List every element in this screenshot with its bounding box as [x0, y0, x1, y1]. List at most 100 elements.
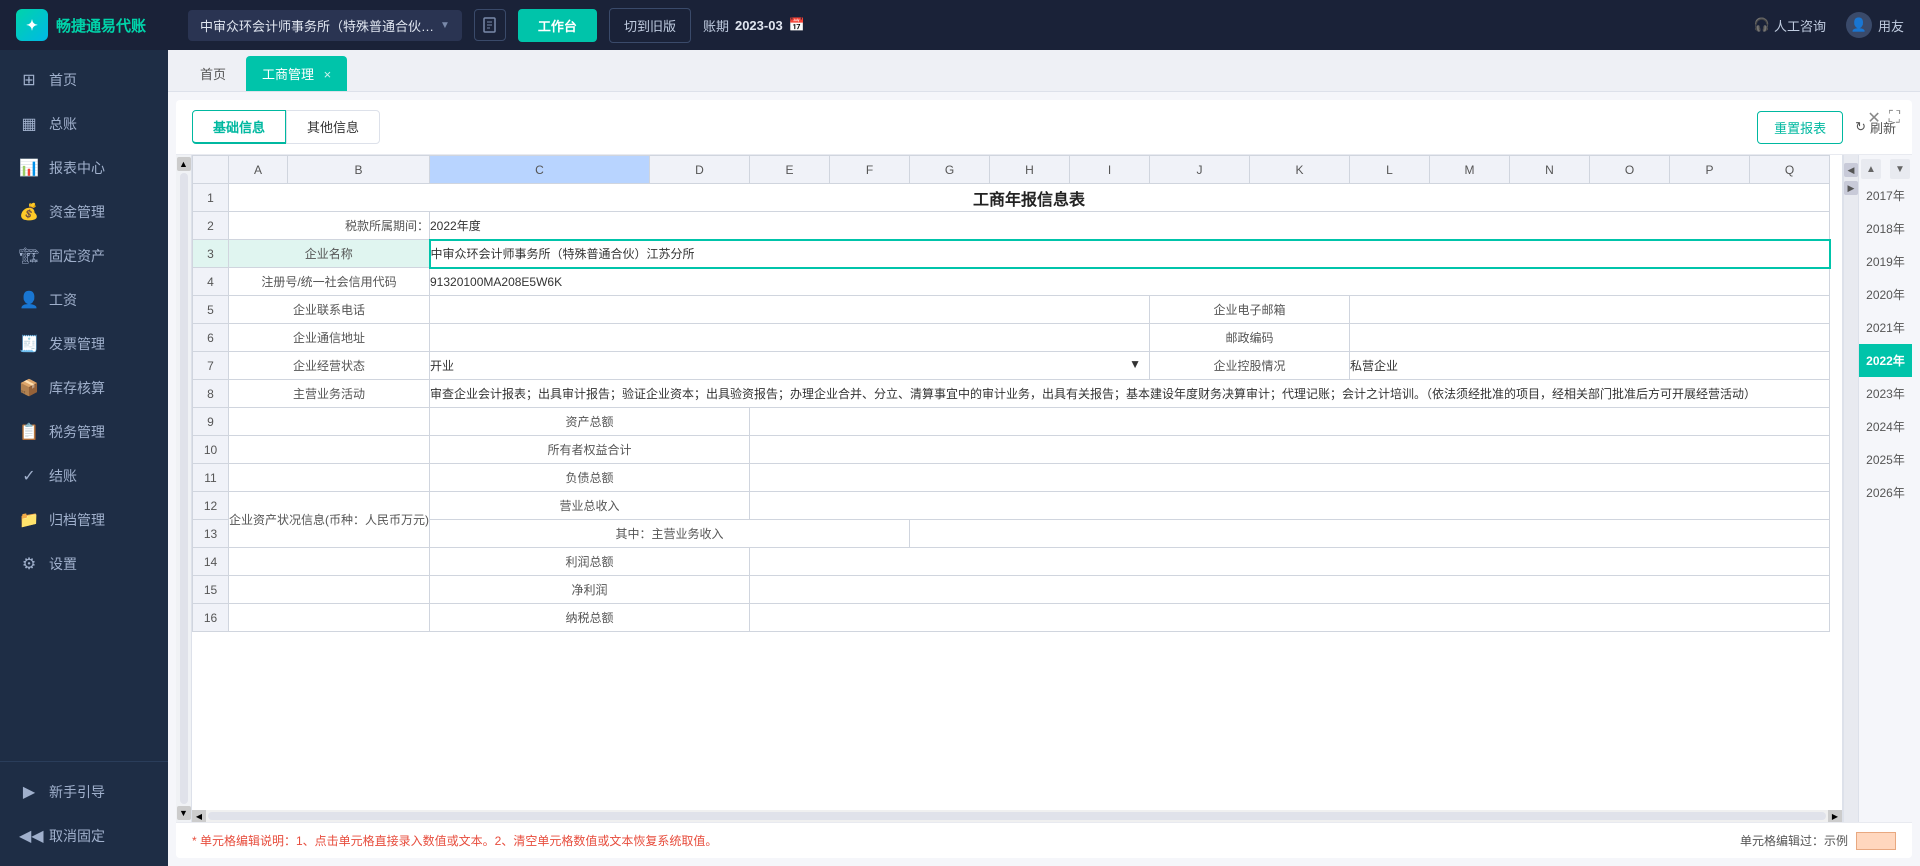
- reg-no-value-cell[interactable]: 91320100MA208E5W6K: [430, 268, 1830, 296]
- sidebar-item-ledger[interactable]: ▦ 总账: [0, 102, 168, 146]
- total-revenue-label-cell: 营业总收入: [430, 492, 750, 520]
- main-biz-value-cell[interactable]: 审查企业会计报表；出具审计报告；验证企业资本；出具验资报告；办理企业合并、分立、…: [430, 380, 1830, 408]
- col-header-O[interactable]: O: [1590, 156, 1670, 184]
- scroll-down-button[interactable]: ▼: [177, 806, 191, 820]
- sidebar-item-unpin[interactable]: ◀◀ 取消固定: [0, 814, 168, 858]
- sidebar-item-guide[interactable]: ▶ 新手引导: [0, 770, 168, 814]
- year-item-2024[interactable]: 2024年: [1859, 410, 1912, 443]
- h-scroll-bar[interactable]: ◀ ▶: [192, 810, 1842, 822]
- sidebar-item-tax[interactable]: 📋 税务管理: [0, 410, 168, 454]
- sidebar-item-report[interactable]: 📊 报表中心: [0, 146, 168, 190]
- col-header-N[interactable]: N: [1510, 156, 1590, 184]
- biz-status-value-cell[interactable]: 开业 ▼: [430, 352, 1150, 380]
- row-num-1: 1: [193, 184, 229, 212]
- r15-a-cell[interactable]: [229, 576, 430, 604]
- reset-report-button[interactable]: 重置报表: [1757, 111, 1843, 144]
- scroll-right-button[interactable]: ▶: [1828, 810, 1842, 822]
- profit-value-cell[interactable]: [750, 548, 1830, 576]
- sidebar-item-archive[interactable]: 📁 归档管理: [0, 498, 168, 542]
- col-header-E[interactable]: E: [750, 156, 830, 184]
- r16-a-cell[interactable]: [229, 604, 430, 632]
- doc-icon-button[interactable]: [474, 9, 506, 41]
- year-item-2022[interactable]: 2022年: [1859, 344, 1912, 377]
- year-item-2026[interactable]: 2026年: [1859, 476, 1912, 509]
- year-item-2021[interactable]: 2021年: [1859, 311, 1912, 344]
- r14-a-cell[interactable]: [229, 548, 430, 576]
- sidebar-item-settings[interactable]: ⚙ 设置: [0, 542, 168, 586]
- workbench-button[interactable]: 工作台: [518, 9, 597, 42]
- sidebar-item-finance[interactable]: 💰 资金管理: [0, 190, 168, 234]
- col-header-P[interactable]: P: [1670, 156, 1750, 184]
- address-value-cell[interactable]: [430, 324, 1150, 352]
- period-value-cell[interactable]: 2022年度: [430, 212, 1830, 240]
- company-name-value-cell[interactable]: 中审众环会计师事务所（特殊普通合伙）江苏分所: [430, 240, 1830, 268]
- tab-home[interactable]: 首页: [184, 56, 242, 91]
- tab-close-button[interactable]: ×: [324, 67, 332, 82]
- year-item-2023[interactable]: 2023年: [1859, 377, 1912, 410]
- total-tax-value-cell[interactable]: [750, 604, 1830, 632]
- col-header-H[interactable]: H: [990, 156, 1070, 184]
- sidebar-item-home[interactable]: ⊞ 首页: [0, 58, 168, 102]
- email-value-cell[interactable]: [1350, 296, 1830, 324]
- tab-active[interactable]: 工商管理 ×: [246, 56, 347, 91]
- r9-a-cell[interactable]: [229, 408, 430, 436]
- holding-value-cell[interactable]: 私营企业: [1350, 352, 1830, 380]
- dropdown-arrow-icon[interactable]: ▼: [1129, 357, 1141, 371]
- sidebar-item-assets[interactable]: 🏗 固定资产: [0, 234, 168, 278]
- year-down-button[interactable]: ▼: [1890, 159, 1910, 179]
- company-selector[interactable]: 中审众环会计师事务所（特殊普通合伙… ▼: [188, 10, 462, 41]
- year-item-2019[interactable]: 2019年: [1859, 245, 1912, 278]
- invoice-icon: 🧾: [19, 334, 39, 354]
- finance-icon: 💰: [19, 202, 39, 222]
- user-area[interactable]: 👤 用友: [1846, 12, 1904, 38]
- service-button[interactable]: 🎧 人工咨询: [1754, 16, 1826, 35]
- vertical-scroll-bar[interactable]: ▲ ▼: [176, 155, 192, 822]
- col-header-L[interactable]: L: [1350, 156, 1430, 184]
- maximize-window-button[interactable]: ⛶: [1889, 108, 1900, 128]
- liability-value-cell[interactable]: [750, 464, 1830, 492]
- collapse-right-button[interactable]: ▶: [1844, 181, 1858, 195]
- year-up-button[interactable]: ▲: [1861, 159, 1881, 179]
- year-item-2017[interactable]: 2017年: [1859, 179, 1912, 212]
- col-header-D[interactable]: D: [650, 156, 750, 184]
- col-header-M[interactable]: M: [1430, 156, 1510, 184]
- inventory-icon: 📦: [19, 378, 39, 398]
- old-version-button[interactable]: 切到旧版: [609, 8, 691, 43]
- sidebar-item-invoice[interactable]: 🧾 发票管理: [0, 322, 168, 366]
- main-revenue-value-cell[interactable]: [910, 520, 1830, 548]
- tel-value-cell[interactable]: [430, 296, 1150, 324]
- sub-tab-basic[interactable]: 基础信息: [192, 110, 286, 144]
- col-header-A[interactable]: A: [229, 156, 288, 184]
- r11-a-cell[interactable]: [229, 464, 430, 492]
- net-profit-value-cell[interactable]: [750, 576, 1830, 604]
- postcode-value-cell[interactable]: [1350, 324, 1830, 352]
- col-header-I[interactable]: I: [1070, 156, 1150, 184]
- spreadsheet-main[interactable]: A B C D E F G H I J K L: [192, 155, 1842, 822]
- year-item-2018[interactable]: 2018年: [1859, 212, 1912, 245]
- sub-tab-other[interactable]: 其他信息: [286, 110, 380, 144]
- year-item-2020[interactable]: 2020年: [1859, 278, 1912, 311]
- panel-arrows: ◀ ▶: [1843, 155, 1858, 822]
- col-header-G[interactable]: G: [910, 156, 990, 184]
- col-header-B[interactable]: B: [288, 156, 430, 184]
- close-window-button[interactable]: ✕: [1867, 108, 1880, 128]
- col-header-F[interactable]: F: [830, 156, 910, 184]
- col-header-Q[interactable]: Q: [1750, 156, 1830, 184]
- equity-value-cell[interactable]: [750, 436, 1830, 464]
- sidebar-item-inventory[interactable]: 📦 库存核算: [0, 366, 168, 410]
- total-revenue-value-cell[interactable]: [750, 492, 1830, 520]
- col-header-K[interactable]: K: [1250, 156, 1350, 184]
- sheet-title-cell[interactable]: 工商年报信息表: [229, 184, 1830, 212]
- sidebar-item-settle[interactable]: ✓ 结账: [0, 454, 168, 498]
- col-header-C[interactable]: C: [430, 156, 650, 184]
- logo-icon: ✦: [16, 9, 48, 41]
- sidebar-item-salary[interactable]: 👤 工资: [0, 278, 168, 322]
- col-header-J[interactable]: J: [1150, 156, 1250, 184]
- total-assets-value-cell[interactable]: [750, 408, 1830, 436]
- calendar-icon[interactable]: 📅: [789, 17, 805, 33]
- scroll-up-button[interactable]: ▲: [177, 157, 191, 171]
- collapse-left-button[interactable]: ◀: [1844, 163, 1858, 177]
- scroll-left-button[interactable]: ◀: [192, 810, 206, 822]
- r10-a-cell[interactable]: [229, 436, 430, 464]
- year-item-2025[interactable]: 2025年: [1859, 443, 1912, 476]
